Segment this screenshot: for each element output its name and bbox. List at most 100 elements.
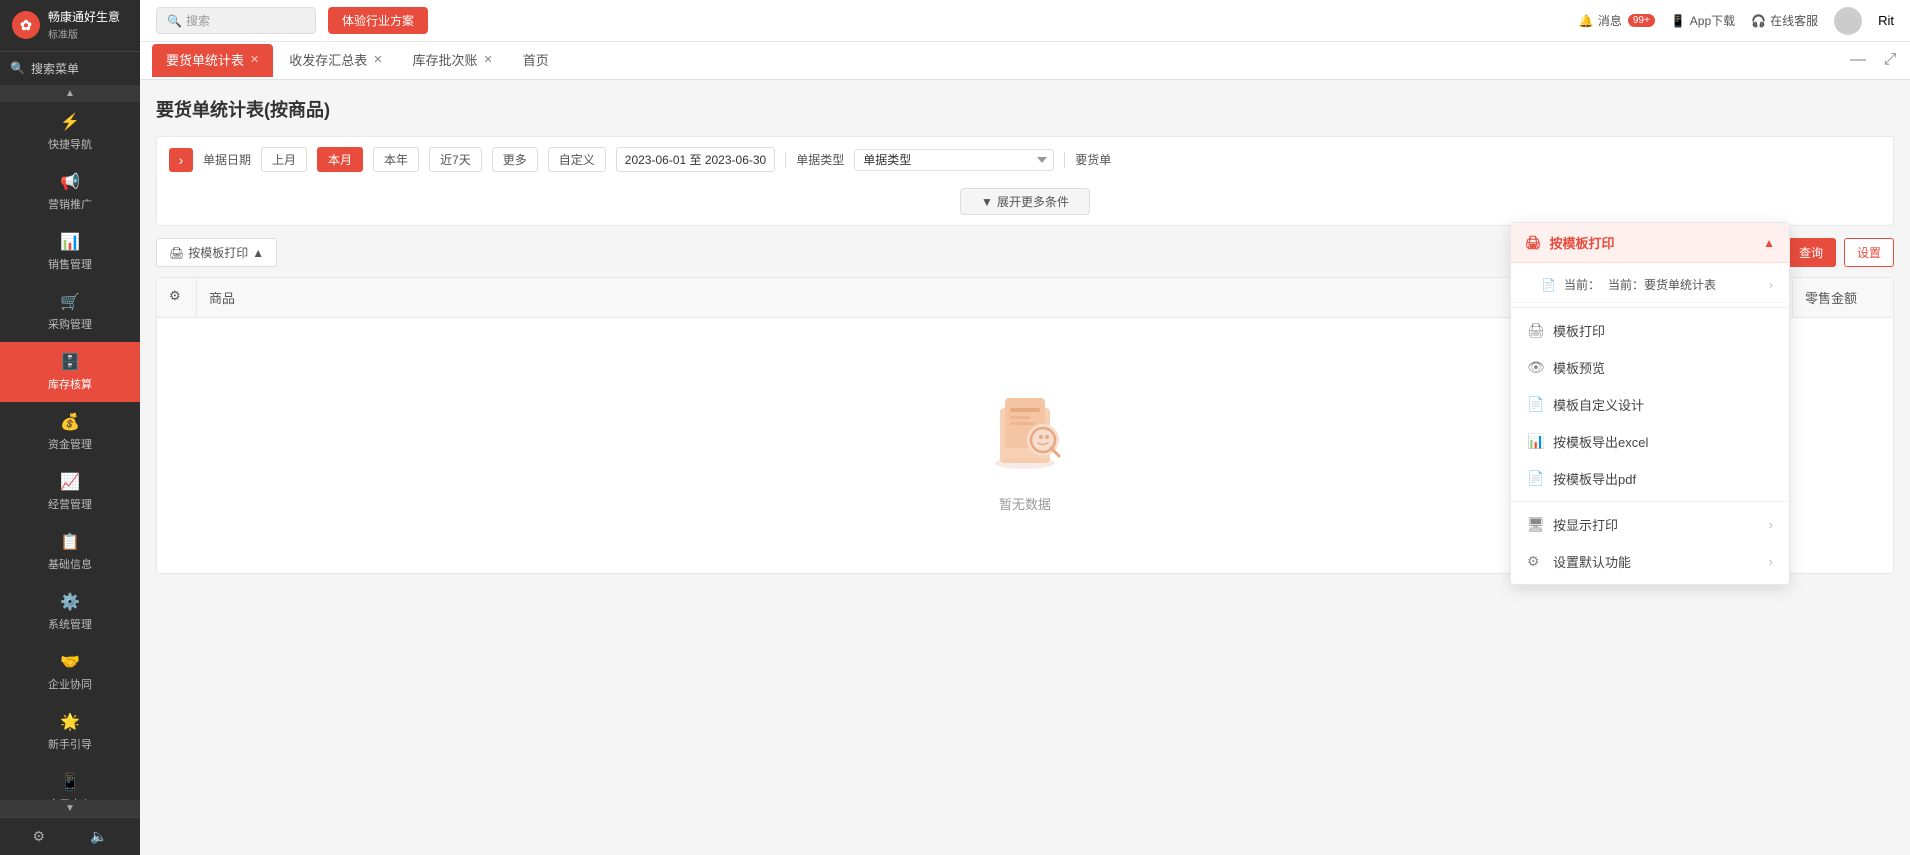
- nav-label-inventory: 库存核算: [48, 376, 92, 392]
- tab-minimize[interactable]: —: [1846, 48, 1870, 72]
- date-range-input[interactable]: 2023-06-01 至 2023-06-30: [616, 147, 775, 172]
- dropdown-collapse-icon: ▲: [1763, 236, 1775, 250]
- user-name[interactable]: Rit: [1878, 13, 1894, 28]
- sidebar-item-basic[interactable]: 📋 基础信息: [0, 522, 140, 582]
- print-btn-label: 按模板打印: [188, 244, 248, 261]
- current-template-item[interactable]: 📄 当前： 当前：要货单统计表 ›: [1511, 267, 1789, 303]
- sidebar-item-inventory[interactable]: 🗄️ 库存核算: [0, 342, 140, 402]
- print-dropdown: 🖨 按模板打印 ▲ 📄 当前： 当前：要货单统计表 › 🖨 模板打印 👁: [1510, 222, 1790, 585]
- sidebar-item-guide[interactable]: 🌟 新手引导: [0, 702, 140, 762]
- sidebar-search[interactable]: 🔍 搜索菜单: [0, 52, 140, 85]
- print-header-icon: 🖨: [1525, 235, 1542, 251]
- customer-service-action[interactable]: 🎧 在线客服: [1751, 12, 1818, 29]
- nav-icon-sales: 📊: [60, 232, 80, 252]
- current-template-name: 当前：要货单统计表: [1608, 276, 1716, 293]
- dropdown-label-template-print: 模板打印: [1553, 321, 1773, 340]
- expand-icon: ▼: [981, 195, 993, 209]
- tab-close-receipt-summary[interactable]: ✕: [373, 53, 382, 66]
- page-title: 要货单统计表(按商品): [156, 96, 1894, 122]
- filter-expand-btn[interactable]: ▼ 展开更多条件: [960, 188, 1090, 215]
- dropdown-header[interactable]: 🖨 按模板打印 ▲: [1511, 223, 1789, 263]
- date-tag-last-month[interactable]: 上月: [261, 147, 307, 172]
- filter-collapse-btn[interactable]: ›: [169, 148, 193, 172]
- date-range-text: 2023-06-01 至 2023-06-30: [625, 153, 766, 167]
- dropdown-item-template-export-pdf[interactable]: 📄 按模板导出pdf: [1511, 460, 1789, 497]
- sidebar-item-sales[interactable]: 📊 销售管理: [0, 222, 140, 282]
- tab-close-inventory-batch[interactable]: ✕: [483, 53, 492, 66]
- dropdown-expand-default-func[interactable]: ⚙ 设置默认功能 ›: [1511, 543, 1789, 580]
- sidebar-item-purchase[interactable]: 🛒 采购管理: [0, 282, 140, 342]
- message-action[interactable]: 🔔 消息 99+: [1579, 12, 1655, 29]
- sidebar-item-finance[interactable]: 💰 资金管理: [0, 402, 140, 462]
- date-tag-custom[interactable]: 自定义: [548, 147, 606, 172]
- current-template-icon: 📄: [1541, 278, 1556, 292]
- nav-icon-quick-nav: ⚡: [60, 112, 80, 132]
- filter-bar: › 单据日期 上月 本月 本年 近7天 更多 自定义 2023-06-01 至 …: [156, 136, 1894, 226]
- nav-label-basic: 基础信息: [48, 556, 92, 572]
- tab-inventory-batch[interactable]: 库存批次账 ✕: [398, 44, 506, 77]
- order-filter-label: 要货单: [1075, 151, 1111, 168]
- app-download-action[interactable]: 📱 App下载: [1671, 12, 1735, 29]
- dropdown-section-current: 📄 当前： 当前：要货单统计表 ›: [1511, 263, 1789, 308]
- industry-btn[interactable]: 体验行业方案: [328, 7, 428, 34]
- th-product: 商品: [197, 278, 1593, 317]
- dropdown-item-template-print[interactable]: 🖨 模板打印: [1511, 312, 1789, 349]
- sidebar-search-label: 搜索菜单: [31, 60, 79, 77]
- sidebar-item-system[interactable]: ⚙️ 系统管理: [0, 582, 140, 642]
- tab-receipt-summary[interactable]: 收发存汇总表✕: [275, 44, 396, 77]
- dropdown-item-template-custom[interactable]: 📄 模板自定义设计: [1511, 386, 1789, 423]
- dropdown-expand-icon-default-func: ⚙: [1527, 553, 1543, 570]
- app-badge: 标准版: [48, 26, 120, 41]
- dropdown-expand-display-print[interactable]: 🖥 按显示打印 ›: [1511, 506, 1789, 543]
- date-tag-7days[interactable]: 近7天: [429, 147, 482, 172]
- dropdown-header-left: 🖨 按模板打印: [1525, 233, 1615, 252]
- nav-label-finance: 资金管理: [48, 436, 92, 452]
- sidebar-item-app-center[interactable]: 📱 应用中心: [0, 762, 140, 800]
- tab-order-stats[interactable]: 要货单统计表✕: [152, 44, 273, 77]
- sidebar-item-marketing[interactable]: 📢 营销推广: [0, 162, 140, 222]
- type-filter-select[interactable]: 单据类型: [854, 149, 1054, 171]
- dropdown-section-bottom: 🖥 按显示打印 › ⚙ 设置默认功能 ›: [1511, 502, 1789, 584]
- nav-label-purchase: 采购管理: [48, 316, 92, 332]
- nav-icon-inventory: 🗄️: [60, 352, 80, 372]
- date-tag-this-year[interactable]: 本年: [373, 147, 419, 172]
- dropdown-expand-label-default-func: 设置默认功能: [1553, 552, 1631, 571]
- dropdown-section-items: 🖨 模板打印 👁 模板预览 📄 模板自定义设计 📊 按模板导出excel 📄 按…: [1511, 308, 1789, 502]
- user-avatar[interactable]: [1834, 7, 1862, 35]
- tab-maximize[interactable]: ⤢: [1878, 48, 1902, 72]
- date-tag-this-month[interactable]: 本月: [317, 147, 363, 172]
- message-label: 消息: [1598, 12, 1622, 29]
- tab-close-order-stats[interactable]: ✕: [250, 53, 259, 66]
- empty-icon: [975, 378, 1075, 478]
- settings-btn[interactable]: 设置: [1844, 238, 1894, 267]
- sidebar-item-quick-nav[interactable]: ⚡ 快捷导航: [0, 102, 140, 162]
- sidebar-scroll-up[interactable]: ▲: [0, 85, 140, 102]
- settings-icon[interactable]: ⚙: [33, 828, 46, 845]
- nav-icon-finance: 💰: [60, 412, 80, 432]
- mobile-icon: 📱: [1671, 14, 1686, 28]
- dropdown-label-template-export-excel: 按模板导出excel: [1553, 432, 1773, 451]
- print-btn[interactable]: 🖨 按模板打印 ▲: [156, 238, 277, 267]
- main-content: 🔍 搜索 体验行业方案 🔔 消息 99+ 📱 App下载 🎧 在线客服 Rit …: [140, 0, 1910, 855]
- nav-label-cooperation: 企业协同: [48, 676, 92, 692]
- dropdown-item-template-export-excel[interactable]: 📊 按模板导出excel: [1511, 423, 1789, 460]
- dropdown-icon-template-export-pdf: 📄: [1527, 470, 1543, 487]
- sidebar-scroll-down[interactable]: ▼: [0, 800, 140, 817]
- th-amount: 零售金额: [1793, 278, 1893, 317]
- nav-label-guide: 新手引导: [48, 736, 92, 752]
- nav-label-marketing: 营销推广: [48, 196, 92, 212]
- dropdown-icon-template-preview: 👁: [1527, 359, 1543, 376]
- dropdown-item-template-preview[interactable]: 👁 模板预览: [1511, 349, 1789, 386]
- page-content: 要货单统计表(按商品) › 单据日期 上月 本月 本年 近7天 更多 自定义 2…: [140, 80, 1910, 855]
- tab-home[interactable]: 首页: [509, 44, 563, 77]
- sound-icon[interactable]: 🔈: [90, 828, 107, 845]
- sidebar-item-cooperation[interactable]: 🤝 企业协同: [0, 642, 140, 702]
- sidebar-item-operation[interactable]: 📈 经营管理: [0, 462, 140, 522]
- search-icon-top: 🔍: [167, 14, 182, 28]
- sidebar-logo[interactable]: ✿ 畅康通好生意 标准版: [0, 0, 140, 52]
- date-tag-more[interactable]: 更多: [492, 147, 538, 172]
- query-btn[interactable]: 查询: [1786, 238, 1836, 267]
- tab-label-inventory-batch: 库存批次账: [412, 50, 477, 69]
- top-search[interactable]: 🔍 搜索: [156, 7, 316, 34]
- nav-label-sales: 销售管理: [48, 256, 92, 272]
